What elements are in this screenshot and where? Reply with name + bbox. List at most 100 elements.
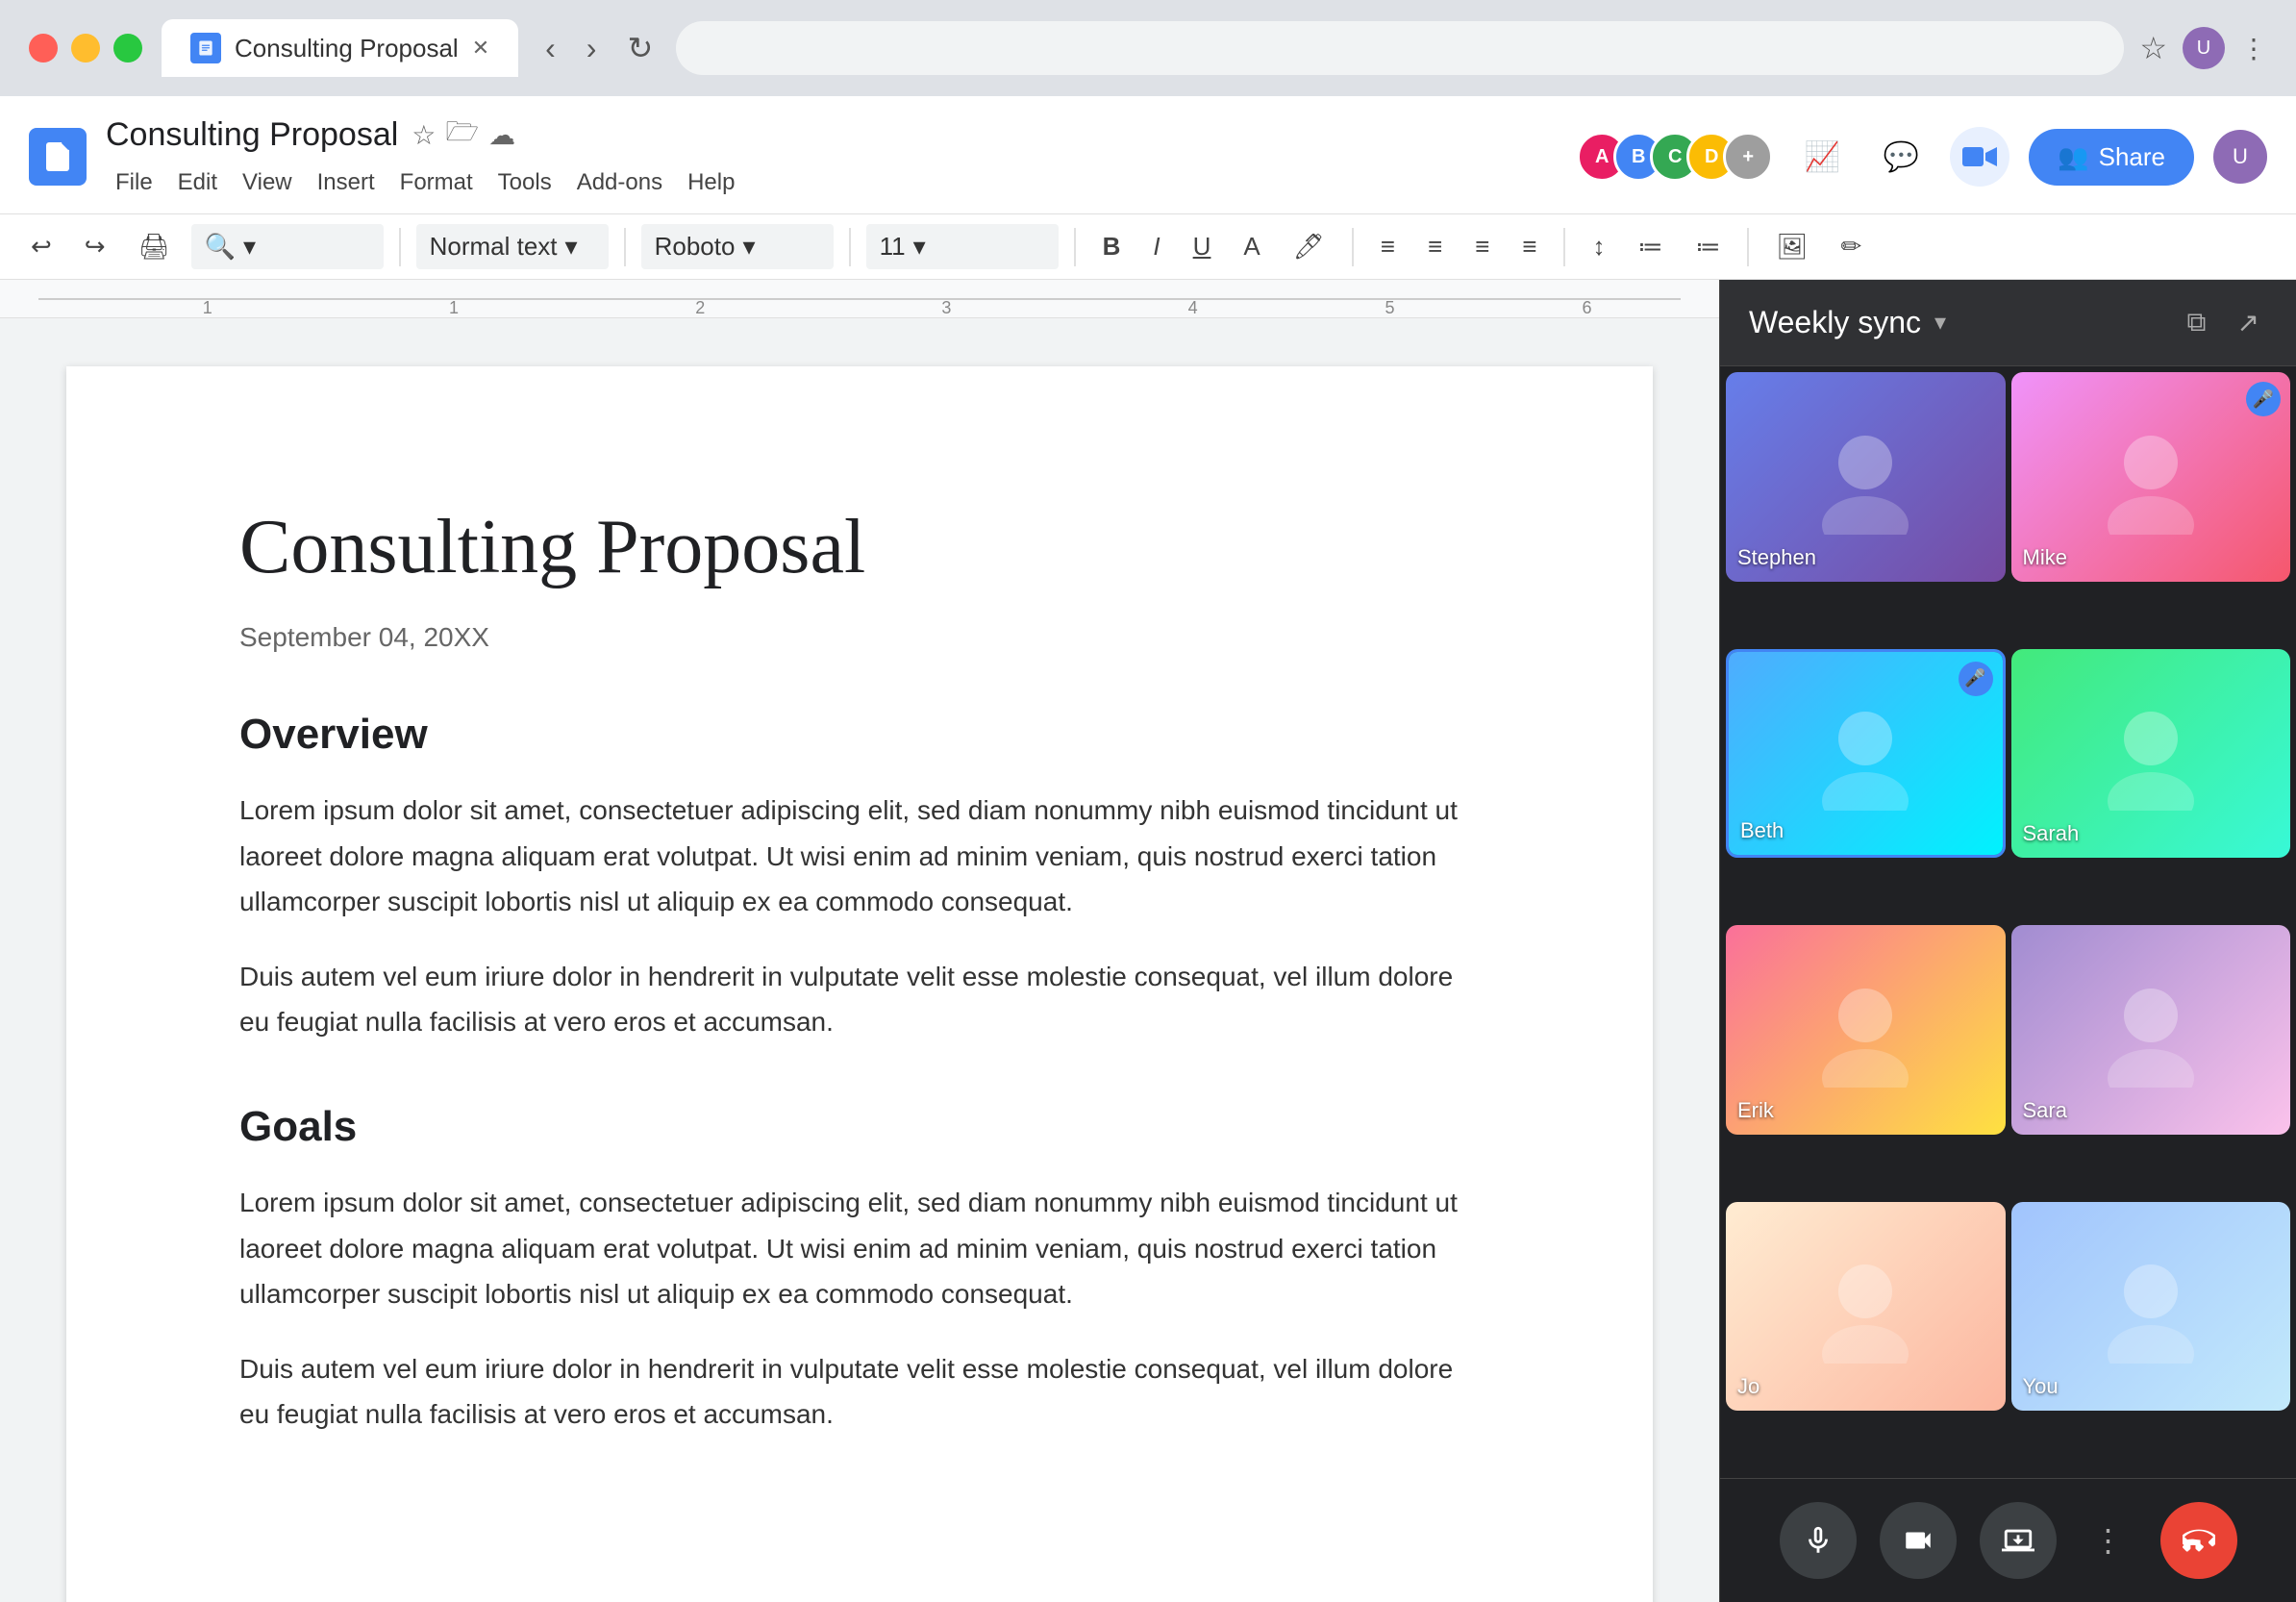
menu-edit[interactable]: Edit: [168, 163, 227, 202]
font-select[interactable]: Roboto ▾: [641, 224, 834, 269]
style-select[interactable]: Normal text ▾: [416, 224, 609, 269]
video-name-sara: Sara: [2023, 1098, 2067, 1123]
video-header: Weekly sync ▾ ⧉ ↗: [1720, 280, 2296, 366]
menu-dots-icon[interactable]: ⋮: [2240, 33, 2267, 64]
zoom-icon: 🔍: [205, 232, 236, 262]
divider-7: [1747, 228, 1749, 266]
document-date: September 04, 20XX: [239, 622, 1480, 653]
menu-format[interactable]: Format: [390, 163, 483, 202]
numbered-list-button[interactable]: ≔: [1684, 224, 1732, 269]
video-name-erik: Erik: [1737, 1098, 1774, 1123]
doc-title[interactable]: Consulting Proposal: [106, 116, 398, 154]
doc-title-icons: ☆ 🗁 ☁: [412, 112, 515, 158]
pip-button[interactable]: ⧉: [2180, 299, 2214, 346]
bold-button[interactable]: B: [1091, 224, 1133, 269]
edit-button[interactable]: ✏: [1829, 224, 1873, 269]
profile-avatar[interactable]: U: [2183, 27, 2225, 69]
style-label: Normal text: [430, 232, 558, 262]
section-goals-heading: Goals: [239, 1103, 1480, 1151]
ruler: 1 1 2 3 4 5 6: [0, 280, 1719, 318]
align-center-button[interactable]: ≡: [1416, 224, 1454, 269]
collab-avatars: A B C D +: [1577, 132, 1773, 182]
more-options-button[interactable]: ⋮: [2080, 1512, 2137, 1569]
toolbar: ↩ ↪ 🖨 🔍 ▾ Normal text ▾ Roboto ▾ 11 ▾ B …: [0, 214, 2296, 280]
folder-icon[interactable]: 🗁: [445, 112, 479, 158]
address-bar[interactable]: [676, 21, 2124, 75]
video-grid: Stephen 🎤 Mike 🎤 Beth: [1720, 366, 2296, 1478]
text-color-button[interactable]: A: [1232, 224, 1271, 269]
video-name-mike: Mike: [2023, 545, 2067, 570]
document-area[interactable]: 1 1 2 3 4 5 6 Consulting Proposal Septem…: [0, 280, 1719, 1602]
menu-help[interactable]: Help: [678, 163, 744, 202]
line-spacing-button[interactable]: ↕: [1581, 224, 1616, 269]
chevron-down-icon[interactable]: ▾: [1934, 309, 1946, 337]
video-mic-icon-mike: 🎤: [2246, 382, 2281, 416]
collab-avatar-extra: +: [1723, 132, 1773, 182]
divider-5: [1352, 228, 1354, 266]
video-name-sarah: Sarah: [2023, 821, 2080, 846]
camera-control-button[interactable]: [1880, 1502, 1957, 1579]
menu-insert[interactable]: Insert: [308, 163, 385, 202]
align-left-button[interactable]: ≡: [1369, 224, 1407, 269]
print-button[interactable]: 🖨: [127, 224, 182, 269]
tab-close-button[interactable]: ✕: [472, 36, 489, 61]
browser-navigation: ‹ › ↻ ☆ U ⋮: [537, 21, 2267, 75]
bullet-list-button[interactable]: ≔: [1626, 224, 1674, 269]
size-select[interactable]: 11 ▾: [866, 224, 1059, 269]
cloud-icon[interactable]: ☁: [488, 119, 515, 151]
font-label: Roboto: [655, 232, 736, 262]
popout-button[interactable]: ↗: [2230, 299, 2267, 346]
undo-button[interactable]: ↩: [19, 224, 63, 269]
document-title: Consulting Proposal: [239, 501, 1480, 593]
underline-button[interactable]: U: [1182, 224, 1223, 269]
zoom-select[interactable]: 🔍 ▾: [191, 224, 384, 269]
video-tile-jo: Jo: [1726, 1202, 2006, 1412]
refresh-button[interactable]: ↻: [619, 22, 661, 74]
user-avatar[interactable]: U: [2213, 130, 2267, 184]
trending-icon-button[interactable]: 📈: [1792, 127, 1852, 187]
star-icon[interactable]: ☆: [412, 119, 436, 151]
share-label: Share: [2099, 142, 2165, 172]
video-person-jo: [1726, 1202, 2006, 1412]
share-button[interactable]: 👥 Share: [2029, 129, 2194, 186]
image-button[interactable]: 🖼: [1764, 224, 1819, 269]
video-panel: Weekly sync ▾ ⧉ ↗ Stephen: [1719, 280, 2296, 1602]
back-button[interactable]: ‹: [537, 23, 563, 74]
divider-4: [1074, 228, 1076, 266]
video-tile-mike: 🎤 Mike: [2011, 372, 2291, 582]
video-header-controls: ⧉ ↗: [2180, 299, 2267, 346]
video-name-you: You: [2023, 1374, 2059, 1399]
maximize-dot[interactable]: [113, 34, 142, 63]
divider-6: [1563, 228, 1565, 266]
present-control-button[interactable]: [1980, 1502, 2057, 1579]
justify-button[interactable]: ≡: [1510, 224, 1548, 269]
mic-control-button[interactable]: [1780, 1502, 1857, 1579]
style-chevron: ▾: [565, 232, 578, 262]
close-dot[interactable]: [29, 34, 58, 63]
redo-button[interactable]: ↪: [73, 224, 117, 269]
menu-addons[interactable]: Add-ons: [567, 163, 672, 202]
browser-chrome: Consulting Proposal ✕ ‹ › ↻ ☆ U ⋮: [0, 0, 2296, 96]
video-controls: ⋮: [1720, 1478, 2296, 1602]
video-tile-erik: Erik: [1726, 925, 2006, 1135]
italic-button[interactable]: I: [1141, 224, 1171, 269]
doc-title-section: Consulting Proposal ☆ 🗁 ☁ File Edit View…: [106, 112, 744, 202]
forward-button[interactable]: ›: [579, 23, 605, 74]
video-title: Weekly sync: [1749, 305, 1921, 340]
window-controls: [29, 34, 142, 63]
document-page[interactable]: Consulting Proposal September 04, 20XX O…: [66, 366, 1653, 1602]
menu-file[interactable]: File: [106, 163, 162, 202]
meet-icon-button[interactable]: [1950, 127, 2009, 187]
minimize-dot[interactable]: [71, 34, 100, 63]
highlight-button[interactable]: 🖊: [1282, 224, 1336, 269]
app-container: Consulting Proposal ☆ 🗁 ☁ File Edit View…: [0, 96, 2296, 1602]
end-call-button[interactable]: [2160, 1502, 2237, 1579]
bookmark-icon[interactable]: ☆: [2139, 30, 2167, 66]
browser-tab[interactable]: Consulting Proposal ✕: [162, 19, 518, 77]
menu-view[interactable]: View: [233, 163, 302, 202]
comment-icon-button[interactable]: 💬: [1871, 127, 1931, 187]
section-overview-para-2: Duis autem vel eum iriure dolor in hendr…: [239, 954, 1480, 1045]
align-right-button[interactable]: ≡: [1463, 224, 1501, 269]
menu-tools[interactable]: Tools: [488, 163, 562, 202]
video-tile-beth: 🎤 Beth: [1726, 649, 2006, 859]
